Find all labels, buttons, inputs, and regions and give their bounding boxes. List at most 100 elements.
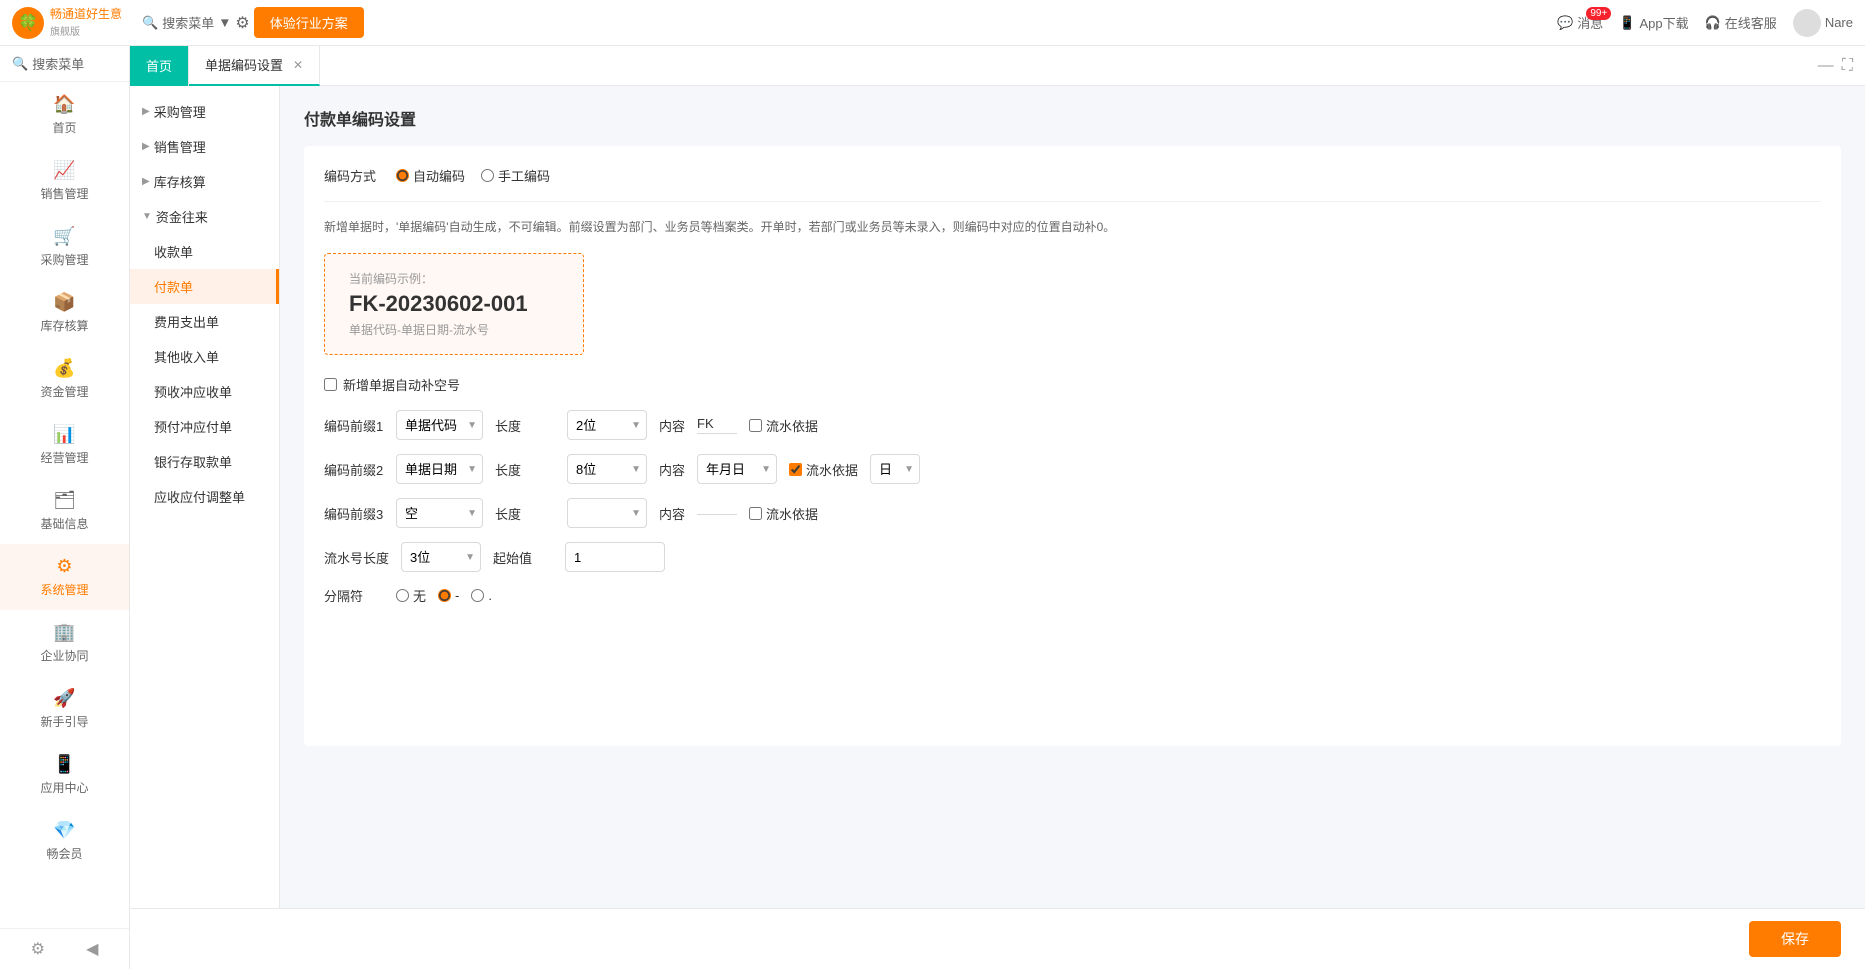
prefix1-select[interactable]: 单据代码 部门 业务员 仓库 空 xyxy=(396,410,483,440)
prefix3-select[interactable]: 空 单据代码 部门 业务员 xyxy=(396,498,483,528)
sidebar-item-label: 经营管理 xyxy=(40,449,88,466)
message-badge: 99+ xyxy=(1586,7,1611,20)
app-icon: 📱 xyxy=(1619,15,1635,31)
menu-item-expense[interactable]: 费用支出单 xyxy=(130,304,279,339)
sidebar-item-app-center[interactable]: 📱 应用中心 xyxy=(0,742,129,808)
nav-dropdown-button[interactable]: ▼ xyxy=(218,15,231,30)
watermark2-select[interactable]: 日 月 年 xyxy=(870,454,920,484)
auto-fill-checkbox[interactable] xyxy=(324,378,337,391)
sidebar-item-purchase[interactable]: 🛒 采购管理 xyxy=(0,214,129,280)
menu-item-ar-ap-adjust[interactable]: 应收应付调整单 xyxy=(130,479,279,514)
watermark1-checkbox-item[interactable]: 流水依据 xyxy=(749,416,818,435)
manual-encode-radio[interactable]: 手工编码 xyxy=(481,166,550,185)
sidebar-collapse-button[interactable]: ◀ xyxy=(86,939,98,959)
prefix2-label: 编码前缀2 xyxy=(324,460,384,479)
tab-maximize-button[interactable]: ⛶ xyxy=(1842,57,1853,75)
headset-icon: 🎧 xyxy=(1705,15,1721,31)
menu-item-advance-payable[interactable]: 预付冲应付单 xyxy=(130,409,279,444)
menu-header-capital[interactable]: ▼ 资金往来 xyxy=(130,199,279,234)
watermark3-checkbox[interactable] xyxy=(749,507,762,520)
menu-header-sales[interactable]: ▶ 销售管理 xyxy=(130,129,279,164)
trial-button[interactable]: 体验行业方案 xyxy=(254,7,364,38)
auto-encode-input[interactable] xyxy=(396,169,409,182)
menu-item-advance-receivable[interactable]: 预收冲应收单 xyxy=(130,374,279,409)
auto-encode-radio[interactable]: 自动编码 xyxy=(396,166,465,185)
search-menu-button[interactable]: 🔍 搜索菜单 xyxy=(142,13,214,32)
tab-minimize-button[interactable]: — xyxy=(1818,57,1834,75)
user-avatar-item[interactable]: Nare xyxy=(1793,9,1853,37)
sidebar-item-label: 畅会员 xyxy=(46,845,82,862)
watermark2-checkbox[interactable] xyxy=(789,463,802,476)
menu-label: 资金往来 xyxy=(156,207,208,226)
length3-label: 长度 xyxy=(495,504,555,523)
length1-select[interactable]: 2位 4位 6位 xyxy=(567,410,647,440)
length1-select-wrapper: 2位 4位 6位 ▼ xyxy=(567,410,647,440)
sep-dot-input[interactable] xyxy=(471,589,484,602)
sidebar-search[interactable]: 🔍 搜索菜单 xyxy=(0,46,129,82)
sidebar-item-inventory[interactable]: 📦 库存核算 xyxy=(0,280,129,346)
menu-item-receipt[interactable]: 收款单 xyxy=(130,234,279,269)
watermark2-checkbox-item[interactable]: 流水依据 xyxy=(789,460,858,479)
sidebar-item-label: 新手引导 xyxy=(40,713,88,730)
save-button[interactable]: 保存 xyxy=(1749,921,1841,957)
logo-icon: 🍀 xyxy=(12,7,44,39)
sidebar-item-basics[interactable]: 🗂 基础信息 xyxy=(0,478,129,544)
menu-header-inventory[interactable]: ▶ 库存核算 xyxy=(130,164,279,199)
sep-hyphen-radio[interactable]: - xyxy=(438,588,459,603)
menu-header-purchase[interactable]: ▶ 采购管理 xyxy=(130,94,279,129)
watermark1-checkbox[interactable] xyxy=(749,419,762,432)
content3-label: 内容 xyxy=(659,504,685,523)
length3-select[interactable] xyxy=(567,498,647,528)
app-download-item[interactable]: 📱 App下载 xyxy=(1619,13,1688,32)
sep-hyphen-input[interactable] xyxy=(438,589,451,602)
sidebar-item-new-guide[interactable]: 🚀 新手引导 xyxy=(0,676,129,742)
serial-row: 流水号长度 3位 4位 5位 6位 ▼ 起始值 xyxy=(324,542,1821,572)
tab-encoding-settings[interactable]: 单据编码设置 ✕ xyxy=(189,46,320,86)
prefix2-select[interactable]: 单据日期 部门 业务员 仓库 空 xyxy=(396,454,483,484)
sep-none-radio[interactable]: 无 xyxy=(396,586,426,605)
sidebar-item-label: 应用中心 xyxy=(40,779,88,796)
sidebar-item-enterprise[interactable]: 🏢 企业协同 xyxy=(0,610,129,676)
serial-length-select[interactable]: 3位 4位 5位 6位 xyxy=(401,542,481,572)
settings-button[interactable]: ⚙ xyxy=(235,13,249,33)
arrow-icon: ▶ xyxy=(142,106,150,117)
sidebar-settings-button[interactable]: ⚙ xyxy=(31,939,45,959)
sidebar-item-home[interactable]: 🏠 首页 xyxy=(0,82,129,148)
sidebar-item-label: 库存核算 xyxy=(40,317,88,334)
sidebar-bottom: ⚙ ◀ xyxy=(0,928,129,969)
menu-item-payment[interactable]: 付款单 xyxy=(130,269,279,304)
online-service-item[interactable]: 🎧 在线客服 xyxy=(1705,13,1777,32)
sidebar-item-membership[interactable]: 💎 畅会员 xyxy=(0,808,129,874)
sidebar-item-sales[interactable]: 📈 销售管理 xyxy=(0,148,129,214)
content2-label: 内容 xyxy=(659,460,685,479)
sep-none-input[interactable] xyxy=(396,589,409,602)
sidebar-item-label: 首页 xyxy=(52,119,76,136)
length2-select[interactable]: 8位 6位 4位 xyxy=(567,454,647,484)
length2-label: 长度 xyxy=(495,460,555,479)
watermark3-checkbox-item[interactable]: 流水依据 xyxy=(749,504,818,523)
inner-sidebar: ▶ 采购管理 ▶ 销售管理 ▶ 库存核算 xyxy=(130,86,280,908)
separator-label: 分隔符 xyxy=(324,586,384,605)
sidebar-item-operations[interactable]: 📊 经营管理 xyxy=(0,412,129,478)
tab-close-button[interactable]: ✕ xyxy=(293,58,303,72)
sidebar-item-system[interactable]: ⚙ 系统管理 xyxy=(0,544,129,610)
menu-item-bank-deposit[interactable]: 银行存取款单 xyxy=(130,444,279,479)
menu-item-other-income[interactable]: 其他收入单 xyxy=(130,339,279,374)
content1-label: 内容 xyxy=(659,416,685,435)
online-service-label: 在线客服 xyxy=(1725,13,1777,32)
separator-row: 分隔符 无 - . xyxy=(324,586,1821,605)
tab-home[interactable]: 首页 xyxy=(130,46,189,86)
sep-dot-radio[interactable]: . xyxy=(471,588,492,603)
content2-select[interactable]: 年月日 年月 年 xyxy=(697,454,777,484)
sidebar-item-finance[interactable]: 💰 资金管理 xyxy=(0,346,129,412)
logo-sub: 旗舰版 xyxy=(50,23,122,38)
message-item[interactable]: 💬 消息 99+ xyxy=(1557,13,1603,32)
user-name: Nare xyxy=(1825,15,1853,30)
home-icon: 🏠 xyxy=(53,94,75,115)
new-guide-icon: 🚀 xyxy=(53,688,75,709)
preview-code: FK-20230602-001 xyxy=(349,291,559,317)
start-value-input[interactable] xyxy=(565,542,665,572)
menu-group-sales: ▶ 销售管理 xyxy=(130,129,279,164)
content-area: 首页 单据编码设置 ✕ — ⛶ ▶ 采购管理 xyxy=(130,46,1865,969)
manual-encode-input[interactable] xyxy=(481,169,494,182)
